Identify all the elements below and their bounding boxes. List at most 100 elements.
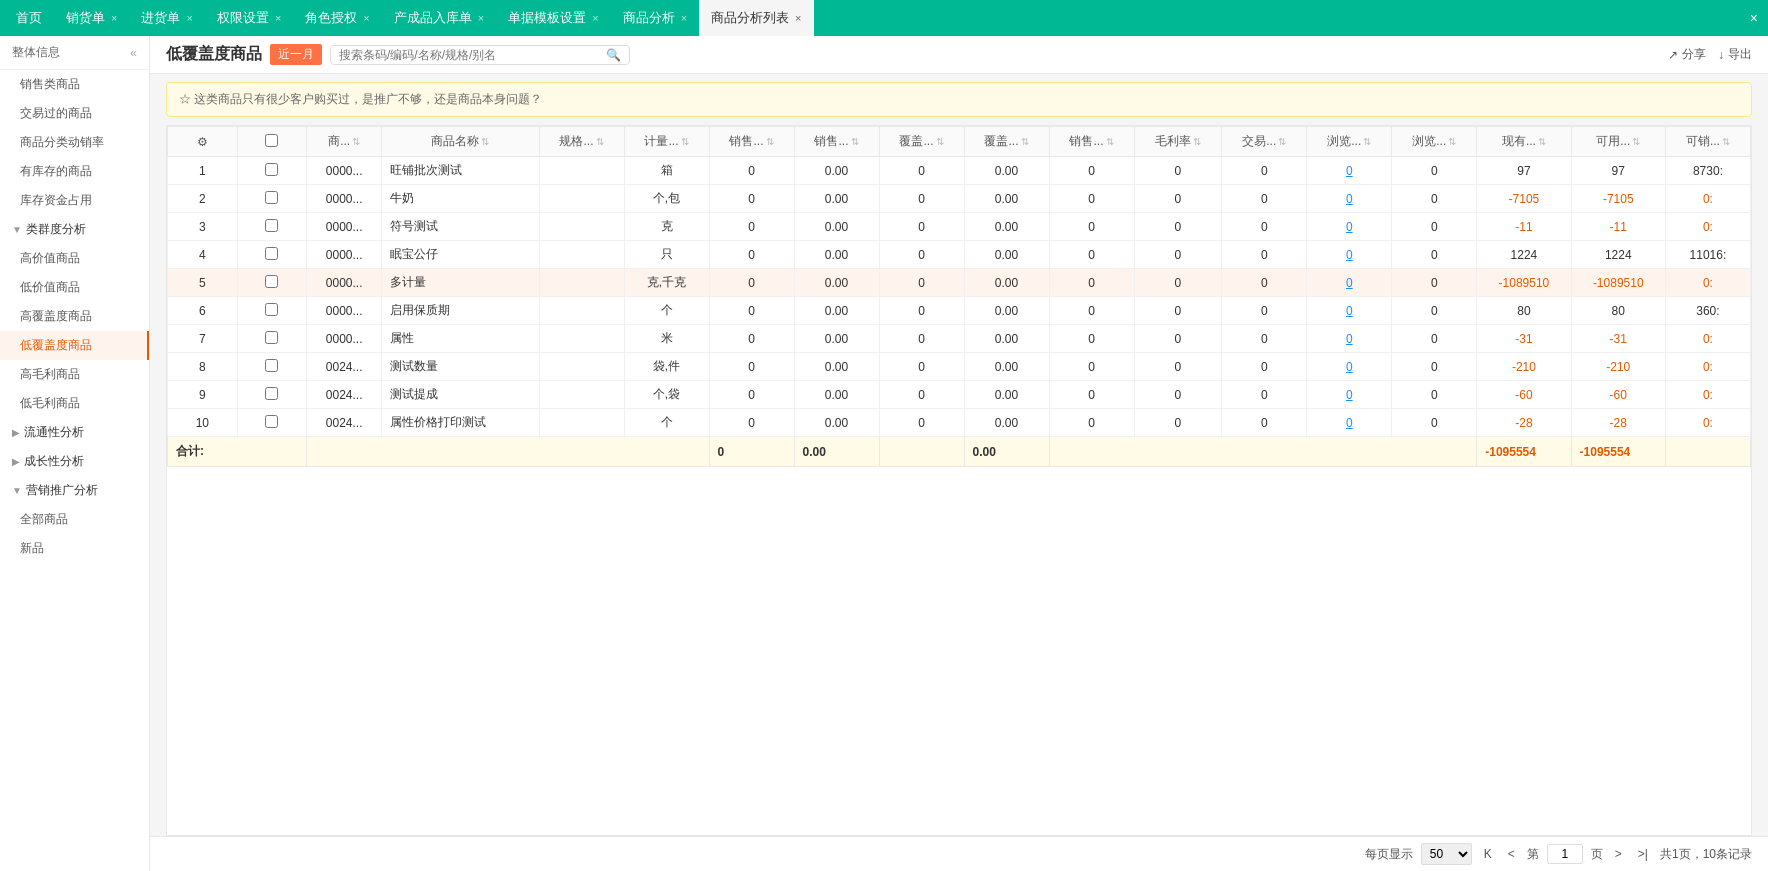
col-stock-avail[interactable]: 可用...⇅: [1571, 127, 1665, 157]
col-view2[interactable]: 浏览...⇅: [1392, 127, 1477, 157]
row-stock-cur: 1224: [1477, 241, 1571, 269]
col-settings[interactable]: ⚙: [168, 127, 238, 157]
row-checkbox[interactable]: [237, 409, 307, 437]
row-trade: 0: [1222, 353, 1307, 381]
page-number-input[interactable]: [1547, 844, 1583, 864]
first-page-button[interactable]: K: [1480, 845, 1496, 863]
row-view1[interactable]: 0: [1307, 381, 1392, 409]
col-view1[interactable]: 浏览...⇅: [1307, 127, 1392, 157]
col-code[interactable]: 商...⇅: [307, 127, 382, 157]
select-all-checkbox[interactable]: [265, 134, 278, 147]
nav-finished-goods[interactable]: 产成品入库单 ×: [382, 0, 496, 36]
col-gross-margin[interactable]: 毛利率⇅: [1134, 127, 1222, 157]
sidebar-item-all-products[interactable]: 全部商品: [0, 505, 149, 534]
row-trade: 0: [1222, 213, 1307, 241]
row-stock-avail: -28: [1571, 409, 1665, 437]
sidebar-item-low-margin[interactable]: 低毛利商品: [0, 389, 149, 418]
row-checkbox[interactable]: [237, 297, 307, 325]
time-filter-tag[interactable]: 近一月: [270, 44, 322, 65]
col-stock-sale[interactable]: 可销...⇅: [1665, 127, 1750, 157]
nav-close-icon[interactable]: ×: [478, 12, 484, 24]
sidebar-group-flow-analysis[interactable]: ▶ 流通性分析: [0, 418, 149, 447]
row-view2: 0: [1392, 297, 1477, 325]
sidebar-collapse-icon[interactable]: «: [130, 46, 137, 60]
last-page-button[interactable]: >|: [1634, 845, 1652, 863]
next-page-button[interactable]: >: [1611, 845, 1626, 863]
col-spec[interactable]: 规格...⇅: [539, 127, 624, 157]
nav-permissions[interactable]: 权限设置 ×: [205, 0, 293, 36]
row-view1[interactable]: 0: [1307, 185, 1392, 213]
search-box[interactable]: 🔍: [330, 45, 630, 65]
row-checkbox[interactable]: [237, 325, 307, 353]
row-sales3: 0: [1049, 241, 1134, 269]
sidebar-group-growth-analysis[interactable]: ▶ 成长性分析: [0, 447, 149, 476]
nav-template-settings[interactable]: 单据模板设置 ×: [496, 0, 610, 36]
col-unit[interactable]: 计量...⇅: [624, 127, 709, 157]
sidebar-item-in-stock[interactable]: 有库存的商品: [0, 157, 149, 186]
nav-home[interactable]: 首页: [4, 0, 54, 36]
nav-close-icon[interactable]: ×: [795, 12, 801, 24]
nav-close-all-button[interactable]: ×: [1750, 10, 1758, 26]
col-cover2[interactable]: 覆盖...⇅: [964, 127, 1049, 157]
row-num: 3: [168, 213, 238, 241]
prev-page-button[interactable]: <: [1504, 845, 1519, 863]
row-cover2: 0.00: [964, 241, 1049, 269]
row-checkbox[interactable]: [237, 157, 307, 185]
row-view1[interactable]: 0: [1307, 157, 1392, 185]
row-checkbox[interactable]: [237, 185, 307, 213]
col-name[interactable]: 商品名称⇅: [382, 127, 539, 157]
sidebar-item-high-coverage[interactable]: 高覆盖度商品: [0, 302, 149, 331]
sidebar-item-low-coverage[interactable]: 低覆盖度商品: [0, 331, 149, 360]
sidebar-group-marketing-analysis[interactable]: ▼ 营销推广分析: [0, 476, 149, 505]
col-sales-qty[interactable]: 销售...⇅: [709, 127, 794, 157]
col-checkbox[interactable]: [237, 127, 307, 157]
row-view1[interactable]: 0: [1307, 297, 1392, 325]
nav-close-icon[interactable]: ×: [363, 12, 369, 24]
nav-close-icon[interactable]: ×: [111, 12, 117, 24]
nav-product-analysis[interactable]: 商品分析 ×: [611, 0, 699, 36]
sidebar-item-high-value[interactable]: 高价值商品: [0, 244, 149, 273]
row-stock-avail: -7105: [1571, 185, 1665, 213]
sidebar-item-new-products[interactable]: 新品: [0, 534, 149, 563]
sidebar-item-traded-products[interactable]: 交易过的商品: [0, 99, 149, 128]
row-checkbox[interactable]: [237, 381, 307, 409]
sidebar-item-category-rate[interactable]: 商品分类动销率: [0, 128, 149, 157]
col-cover1[interactable]: 覆盖...⇅: [879, 127, 964, 157]
row-sales3: 0: [1049, 213, 1134, 241]
search-input[interactable]: [339, 48, 606, 62]
row-checkbox[interactable]: [237, 213, 307, 241]
nav-close-icon[interactable]: ×: [681, 12, 687, 24]
row-view1[interactable]: 0: [1307, 241, 1392, 269]
nav-close-icon[interactable]: ×: [275, 12, 281, 24]
row-cover1: 0: [879, 185, 964, 213]
sidebar-item-inventory-capital[interactable]: 库存资金占用: [0, 186, 149, 215]
row-view1[interactable]: 0: [1307, 353, 1392, 381]
footer-empty2: [879, 437, 964, 467]
share-button[interactable]: ↗ 分享: [1668, 46, 1706, 63]
nav-sales-order[interactable]: 销货单 ×: [54, 0, 129, 36]
row-sales-qty: 0: [709, 185, 794, 213]
nav-purchase-order[interactable]: 进货单 ×: [129, 0, 204, 36]
row-view1[interactable]: 0: [1307, 325, 1392, 353]
row-view1[interactable]: 0: [1307, 213, 1392, 241]
nav-close-icon[interactable]: ×: [186, 12, 192, 24]
sidebar-item-low-value[interactable]: 低价值商品: [0, 273, 149, 302]
sidebar-item-sales-products[interactable]: 销售类商品: [0, 70, 149, 99]
export-button[interactable]: ↓ 导出: [1718, 46, 1752, 63]
nav-close-icon[interactable]: ×: [592, 12, 598, 24]
row-checkbox[interactable]: [237, 241, 307, 269]
nav-product-analysis-list[interactable]: 商品分析列表 ×: [699, 0, 813, 36]
sidebar-item-high-margin[interactable]: 高毛利商品: [0, 360, 149, 389]
col-sales-amt[interactable]: 销售...⇅: [794, 127, 879, 157]
row-view1[interactable]: 0: [1307, 269, 1392, 297]
per-page-select[interactable]: 50 100 200: [1421, 843, 1472, 865]
nav-role-auth[interactable]: 角色授权 ×: [293, 0, 381, 36]
row-checkbox[interactable]: [237, 269, 307, 297]
row-checkbox[interactable]: [237, 353, 307, 381]
row-view1[interactable]: 0: [1307, 409, 1392, 437]
col-trade[interactable]: 交易...⇅: [1222, 127, 1307, 157]
col-stock-cur[interactable]: 现有...⇅: [1477, 127, 1571, 157]
sidebar-group-class-analysis[interactable]: ▼ 类群度分析: [0, 215, 149, 244]
row-sales3: 0: [1049, 409, 1134, 437]
col-sales3[interactable]: 销售...⇅: [1049, 127, 1134, 157]
